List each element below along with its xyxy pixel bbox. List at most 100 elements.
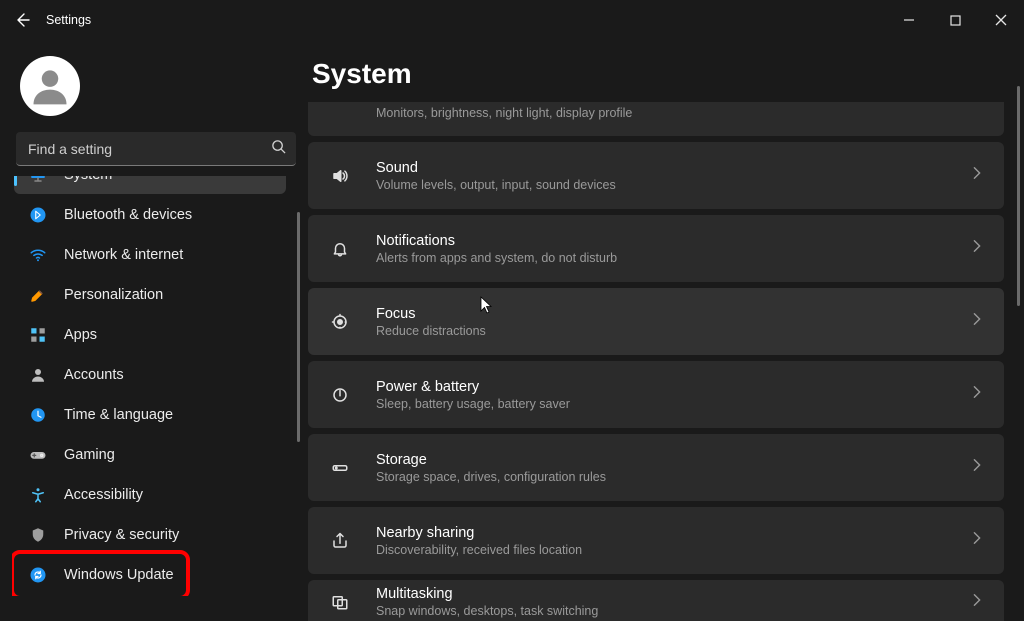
settings-list: Monitors, brightness, night light, displ… [308, 102, 1004, 621]
main-scrollbar-track [1017, 86, 1020, 615]
sidebar-item-label: Accessibility [64, 487, 143, 503]
search-input[interactable] [16, 132, 296, 166]
settings-item-subtitle: Snap windows, desktops, task switching [376, 604, 970, 618]
settings-item-text: Nearby sharing Discoverability, received … [376, 525, 970, 557]
gamepad-icon [28, 445, 48, 465]
settings-item-title: Notifications [376, 233, 970, 249]
window-controls [886, 0, 1024, 40]
sidebar-item-system[interactable]: System [14, 176, 286, 194]
accessibility-icon [28, 485, 48, 505]
shield-icon [28, 525, 48, 545]
chevron-right-icon [970, 239, 984, 253]
sidebar-item-label: Privacy & security [64, 527, 179, 543]
settings-item-text: Storage Storage space, drives, configurat… [376, 452, 970, 484]
settings-item-multitasking[interactable]: Multitasking Snap windows, desktops, task… [308, 580, 1004, 621]
app-title: Settings [46, 13, 91, 27]
avatar [20, 56, 80, 116]
settings-item-subtitle: Monitors, brightness, night light, displ… [376, 106, 984, 120]
settings-item-chevron [970, 531, 984, 550]
back-button[interactable] [14, 12, 30, 28]
sidebar-item-label: Time & language [64, 407, 173, 423]
settings-item-chevron [970, 166, 984, 185]
minimize-button[interactable] [886, 0, 932, 40]
settings-item-nearby-sharing[interactable]: Nearby sharing Discoverability, received … [308, 507, 1004, 574]
sidebar-item-label: System [64, 176, 112, 183]
power-icon [328, 386, 352, 404]
sidebar-item-bluetooth-devices[interactable]: Bluetooth & devices [14, 196, 286, 234]
storage-icon [328, 459, 352, 477]
maximize-button[interactable] [932, 0, 978, 40]
settings-item-power-battery[interactable]: Power & battery Sleep, battery usage, bat… [308, 361, 1004, 428]
user-row[interactable] [12, 50, 300, 132]
settings-item-text: Focus Reduce distractions [376, 306, 970, 338]
page-title: System [312, 58, 1004, 90]
settings-item-display[interactable]: Monitors, brightness, night light, displ… [308, 102, 1004, 136]
settings-item-title: Power & battery [376, 379, 970, 395]
sidebar-item-label: Accounts [64, 367, 124, 383]
multitask-icon [328, 593, 352, 611]
settings-item-storage[interactable]: Storage Storage space, drives, configurat… [308, 434, 1004, 501]
settings-item-chevron [970, 458, 984, 477]
brush-icon [28, 285, 48, 305]
settings-item-text: Notifications Alerts from apps and system… [376, 233, 970, 265]
chevron-right-icon [970, 593, 984, 607]
settings-item-title: Multitasking [376, 586, 970, 602]
chevron-right-icon [970, 312, 984, 326]
bluetooth-icon [28, 205, 48, 225]
share-icon [328, 532, 352, 550]
globe-icon [28, 405, 48, 425]
settings-item-text: Monitors, brightness, night light, displ… [376, 106, 984, 120]
sidebar-item-label: Network & internet [64, 247, 183, 263]
main-scrollbar-thumb[interactable] [1017, 86, 1020, 306]
nav-list[interactable]: System Bluetooth & devices Network & inter… [12, 176, 300, 596]
close-icon [995, 14, 1007, 26]
settings-item-title: Nearby sharing [376, 525, 970, 541]
sidebar-item-windows-update[interactable]: Windows Update [14, 556, 286, 594]
search-row [16, 132, 296, 166]
sidebar-item-apps[interactable]: Apps [14, 316, 286, 354]
main: System Monitors, brightness, night light… [300, 40, 1024, 621]
chevron-right-icon [970, 385, 984, 399]
minimize-icon [903, 14, 915, 26]
sidebar-item-network-internet[interactable]: Network & internet [14, 236, 286, 274]
settings-item-chevron [970, 239, 984, 258]
apps-icon [28, 325, 48, 345]
sidebar-item-label: Apps [64, 327, 97, 343]
sidebar: System Bluetooth & devices Network & inter… [0, 40, 300, 621]
chevron-right-icon [970, 166, 984, 180]
settings-item-subtitle: Sleep, battery usage, battery saver [376, 397, 970, 411]
titlebar-left: Settings [14, 12, 91, 28]
settings-item-title: Storage [376, 452, 970, 468]
sidebar-item-label: Personalization [64, 287, 163, 303]
settings-item-title: Sound [376, 160, 970, 176]
wifi-icon [28, 245, 48, 265]
settings-item-title: Focus [376, 306, 970, 322]
settings-item-chevron [970, 385, 984, 404]
settings-item-focus[interactable]: Focus Reduce distractions [308, 288, 1004, 355]
settings-item-text: Power & battery Sleep, battery usage, bat… [376, 379, 970, 411]
settings-item-notifications[interactable]: Notifications Alerts from apps and system… [308, 215, 1004, 282]
sidebar-item-privacy-security[interactable]: Privacy & security [14, 516, 286, 554]
settings-item-subtitle: Storage space, drives, configuration rul… [376, 470, 970, 484]
settings-item-subtitle: Reduce distractions [376, 324, 970, 338]
sidebar-item-time-language[interactable]: Time & language [14, 396, 286, 434]
sidebar-item-accessibility[interactable]: Accessibility [14, 476, 286, 514]
sidebar-item-personalization[interactable]: Personalization [14, 276, 286, 314]
sidebar-item-accounts[interactable]: Accounts [14, 356, 286, 394]
person-icon [28, 365, 48, 385]
sidebar-item-label: Windows Update [64, 567, 174, 583]
update-icon [28, 565, 48, 585]
settings-item-text: Multitasking Snap windows, desktops, task… [376, 586, 970, 618]
settings-item-subtitle: Discoverability, received files location [376, 543, 970, 557]
settings-item-subtitle: Volume levels, output, input, sound devi… [376, 178, 970, 192]
maximize-icon [950, 15, 961, 26]
titlebar: Settings [0, 0, 1024, 40]
settings-item-chevron [970, 312, 984, 331]
bell-icon [328, 240, 352, 258]
close-button[interactable] [978, 0, 1024, 40]
back-arrow-icon [14, 12, 30, 28]
sidebar-item-gaming[interactable]: Gaming [14, 436, 286, 474]
settings-item-sound[interactable]: Sound Volume levels, output, input, sound… [308, 142, 1004, 209]
chevron-right-icon [970, 458, 984, 472]
settings-item-subtitle: Alerts from apps and system, do not dist… [376, 251, 970, 265]
